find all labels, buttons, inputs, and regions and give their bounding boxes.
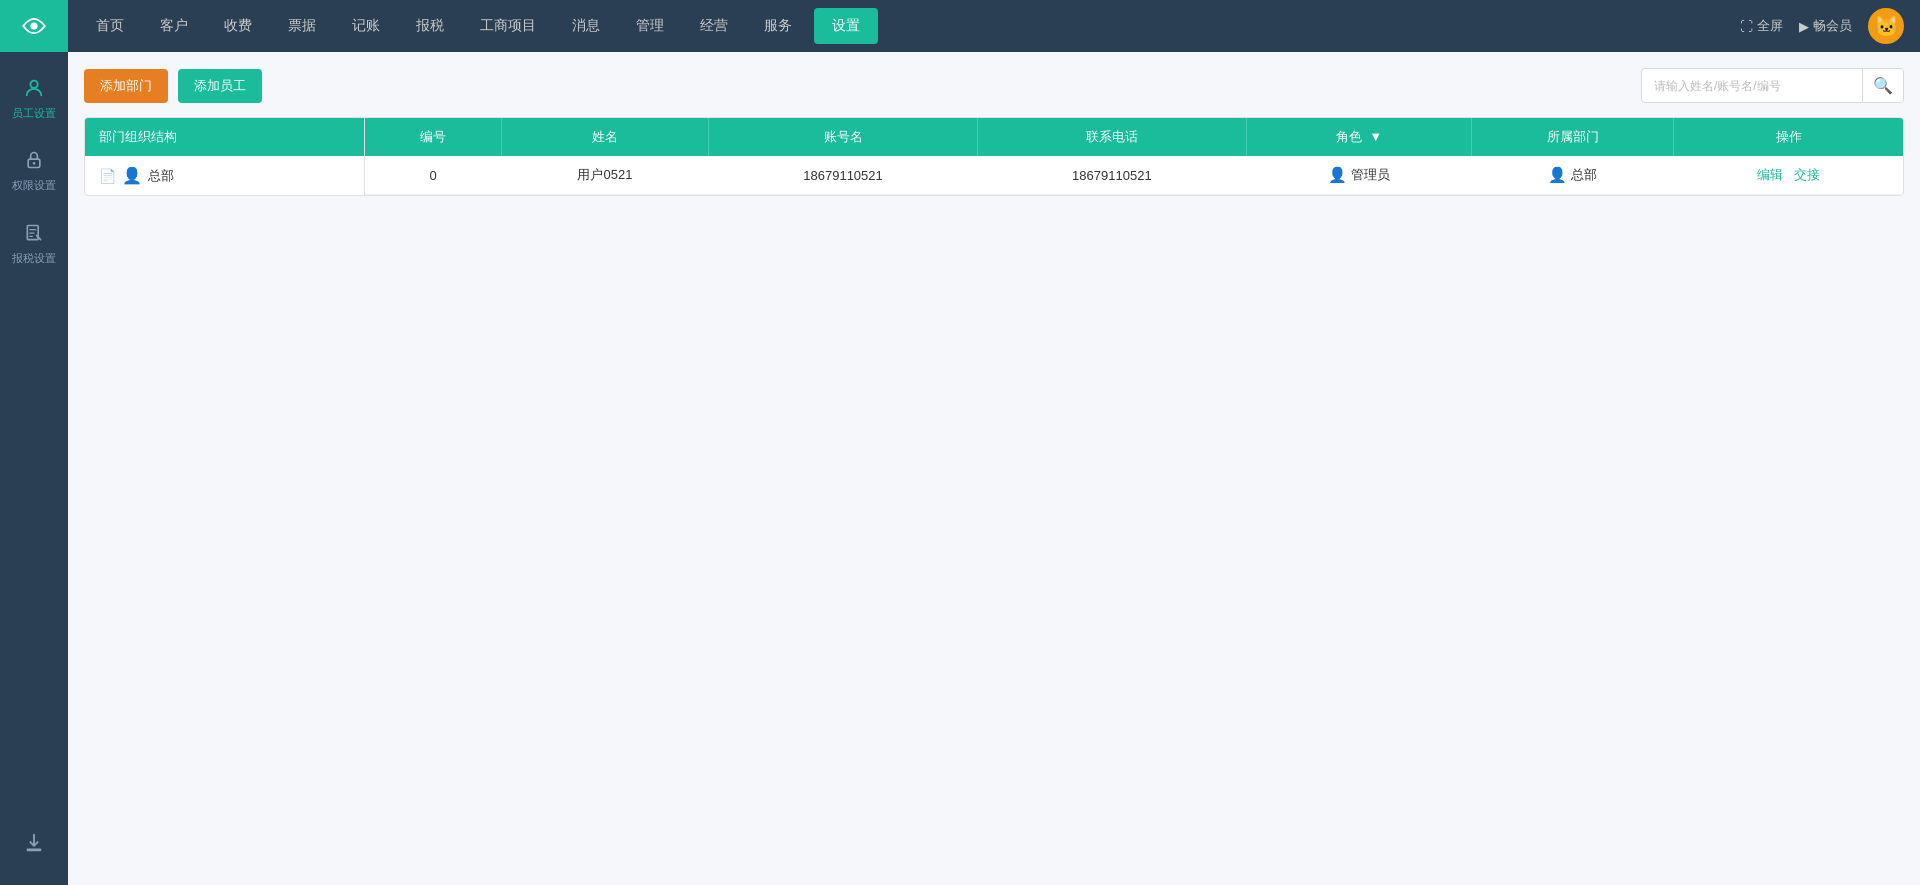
nav-client[interactable]: 客户: [142, 0, 206, 52]
role-user-icon: 👤: [1328, 166, 1347, 184]
svg-point-3: [33, 162, 36, 165]
dept-user-icon-row: 👤: [1548, 166, 1567, 184]
th-role: 角色 ▼: [1246, 118, 1471, 156]
filter-icon[interactable]: ▼: [1369, 129, 1382, 144]
sidebar: 员工设置 权限设置 报税设置: [0, 52, 68, 885]
nav-invoice[interactable]: 票据: [270, 0, 334, 52]
sidebar-item-employee[interactable]: 员工设置: [0, 62, 68, 134]
nav-operation[interactable]: 经营: [682, 0, 746, 52]
nav-manage[interactable]: 管理: [618, 0, 682, 52]
right-actions: ⛶ 全屏 ▶ 畅会员 🐱: [1740, 8, 1920, 44]
sidebar-item-tax[interactable]: 报税设置: [0, 207, 68, 279]
search-input[interactable]: [1642, 71, 1862, 100]
th-account: 账号名: [709, 118, 978, 156]
cell-id: 0: [365, 156, 501, 195]
th-action: 操作: [1674, 118, 1903, 156]
dept-tree: 部门组织结构 📄 👤 总部: [85, 118, 365, 195]
cell-name: 用户0521: [501, 156, 708, 195]
sidebar-label-permission: 权限设置: [12, 178, 56, 192]
nav-tax[interactable]: 报税: [398, 0, 462, 52]
cell-dept: 👤 总部: [1471, 156, 1674, 195]
nav-bookkeeping[interactable]: 记账: [334, 0, 398, 52]
sidebar-label-employee: 员工设置: [12, 106, 56, 120]
svg-rect-5: [27, 849, 42, 852]
sidebar-download-btn[interactable]: [0, 820, 68, 869]
th-id: 编号: [365, 118, 501, 156]
edit-link[interactable]: 编辑: [1757, 167, 1783, 182]
sidebar-bottom: [0, 820, 68, 885]
fullscreen-label: 全屏: [1757, 17, 1783, 35]
cell-role: 👤 管理员: [1246, 156, 1471, 195]
main-layout: 员工设置 权限设置 报税设置: [0, 52, 1920, 885]
nav-message[interactable]: 消息: [554, 0, 618, 52]
th-phone: 联系电话: [977, 118, 1246, 156]
svg-point-0: [30, 22, 37, 29]
lock-icon: [22, 148, 46, 172]
cell-actions: 编辑 交接: [1674, 156, 1903, 195]
th-dept: 所属部门: [1471, 118, 1674, 156]
report-icon: [22, 221, 46, 245]
person-icon: [22, 76, 46, 100]
grid-container: 部门组织结构 📄 👤 总部 编号 姓名 账号名 联系电话: [84, 117, 1904, 196]
member-btn[interactable]: ▶ 畅会员: [1799, 17, 1852, 35]
sidebar-label-tax: 报税设置: [12, 251, 56, 265]
search-box: 🔍: [1641, 68, 1904, 103]
cell-phone: 18679110521: [977, 156, 1246, 195]
dept-tree-header: 部门组织结构: [85, 118, 364, 156]
transfer-link[interactable]: 交接: [1794, 167, 1820, 182]
nav-settings[interactable]: 设置: [814, 8, 878, 44]
fullscreen-btn[interactable]: ⛶ 全屏: [1740, 17, 1783, 35]
file-icon: 📄: [99, 168, 116, 184]
top-nav: 首页 客户 收费 票据 记账 报税 工商项目 消息 管理 经营 服务 设置 ⛶ …: [0, 0, 1920, 52]
dept-name: 总部: [148, 167, 174, 185]
nav-items: 首页 客户 收费 票据 记账 报税 工商项目 消息 管理 经营 服务 设置: [68, 0, 1740, 52]
dept-user-icon: 👤: [122, 166, 142, 185]
cell-account: 18679110521: [709, 156, 978, 195]
employee-table: 编号 姓名 账号名 联系电话 角色 ▼ 所属部门 操作: [365, 118, 1903, 195]
table-header-row: 编号 姓名 账号名 联系电话 角色 ▼ 所属部门 操作: [365, 118, 1903, 156]
dept-tree-item[interactable]: 📄 👤 总部: [85, 156, 364, 195]
nav-service[interactable]: 服务: [746, 0, 810, 52]
role-label: 角色: [1336, 129, 1362, 144]
avatar[interactable]: 🐱: [1868, 8, 1904, 44]
add-dept-button[interactable]: 添加部门: [84, 69, 168, 103]
sidebar-item-permission[interactable]: 权限设置: [0, 134, 68, 206]
logo[interactable]: [0, 0, 68, 52]
table-row: 0 用户0521 18679110521 18679110521 👤 管理员: [365, 156, 1903, 195]
content-area: 添加部门 添加员工 🔍 部门组织结构 📄 👤 总部: [68, 52, 1920, 885]
role-value: 管理员: [1351, 166, 1390, 184]
fullscreen-icon: ⛶: [1740, 19, 1753, 34]
search-button[interactable]: 🔍: [1862, 69, 1903, 102]
nav-fee[interactable]: 收费: [206, 0, 270, 52]
member-label: 畅会员: [1813, 17, 1852, 35]
toolbar: 添加部门 添加员工 🔍: [84, 68, 1904, 103]
nav-business[interactable]: 工商项目: [462, 0, 554, 52]
download-icon: [23, 832, 45, 857]
svg-point-1: [30, 81, 37, 88]
th-name: 姓名: [501, 118, 708, 156]
dept-value: 总部: [1571, 166, 1597, 184]
nav-home[interactable]: 首页: [78, 0, 142, 52]
table-area: 编号 姓名 账号名 联系电话 角色 ▼ 所属部门 操作: [365, 118, 1903, 195]
add-employee-button[interactable]: 添加员工: [178, 69, 262, 103]
member-icon: ▶: [1799, 19, 1809, 34]
